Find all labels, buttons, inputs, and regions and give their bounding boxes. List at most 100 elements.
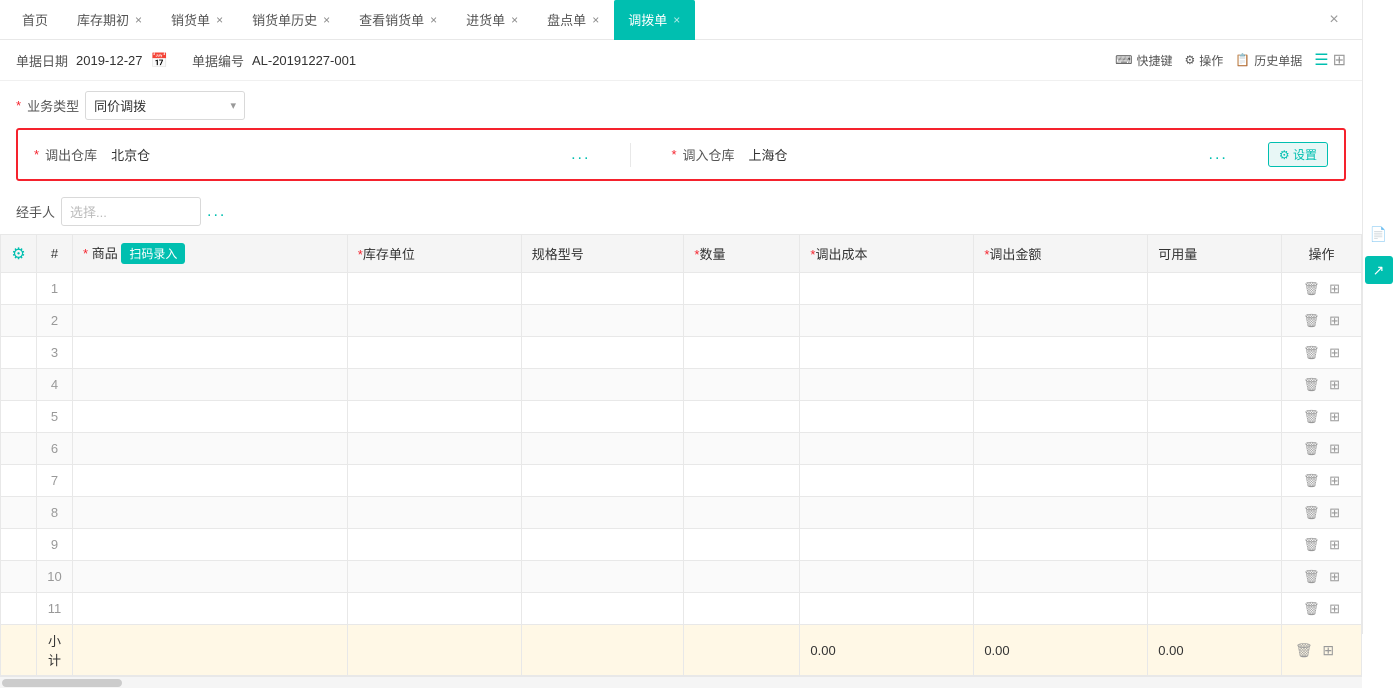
row-available-3[interactable] bbox=[1148, 337, 1282, 369]
row-product-4[interactable] bbox=[73, 369, 348, 401]
row-spec-11[interactable] bbox=[521, 593, 684, 625]
subtotal-copy-icon[interactable]: ⊞ bbox=[1322, 642, 1334, 658]
row-cost-3[interactable] bbox=[800, 337, 974, 369]
row-quantity-6[interactable] bbox=[684, 433, 800, 465]
row-spec-5[interactable] bbox=[521, 401, 684, 433]
tab-inventory-check-close[interactable]: × bbox=[592, 13, 599, 27]
layout-toggle[interactable]: ☰ ⊞ bbox=[1314, 50, 1346, 70]
row-quantity-7[interactable] bbox=[684, 465, 800, 497]
row-delete-icon[interactable]: 🗑 bbox=[1303, 473, 1320, 488]
row-delete-icon[interactable]: 🗑 bbox=[1303, 313, 1320, 328]
row-product-7[interactable] bbox=[73, 465, 348, 497]
scroll-thumb[interactable] bbox=[2, 679, 122, 687]
warehouse-in-value[interactable]: 上海仓 bbox=[749, 145, 788, 164]
row-unit-8[interactable] bbox=[347, 497, 521, 529]
row-copy-icon[interactable]: ⊞ bbox=[1329, 281, 1340, 296]
row-quantity-9[interactable] bbox=[684, 529, 800, 561]
row-cost-8[interactable] bbox=[800, 497, 974, 529]
row-amount-1[interactable] bbox=[974, 273, 1148, 305]
row-copy-icon[interactable]: ⊞ bbox=[1329, 345, 1340, 360]
row-unit-3[interactable] bbox=[347, 337, 521, 369]
row-quantity-3[interactable] bbox=[684, 337, 800, 369]
row-copy-icon[interactable]: ⊞ bbox=[1329, 473, 1340, 488]
row-copy-icon[interactable]: ⊞ bbox=[1329, 569, 1340, 584]
row-quantity-1[interactable] bbox=[684, 273, 800, 305]
row-product-10[interactable] bbox=[73, 561, 348, 593]
row-delete-icon[interactable]: 🗑 bbox=[1303, 601, 1320, 616]
row-spec-10[interactable] bbox=[521, 561, 684, 593]
row-cost-9[interactable] bbox=[800, 529, 974, 561]
row-unit-11[interactable] bbox=[347, 593, 521, 625]
subtotal-delete-icon[interactable]: 🗑 bbox=[1295, 642, 1313, 658]
row-cost-5[interactable] bbox=[800, 401, 974, 433]
horizontal-scrollbar[interactable] bbox=[0, 676, 1362, 688]
date-value[interactable]: 2019-12-27 bbox=[76, 53, 143, 68]
row-delete-icon[interactable]: 🗑 bbox=[1303, 409, 1320, 424]
tab-inventory-init-close[interactable]: × bbox=[135, 13, 142, 27]
row-cost-4[interactable] bbox=[800, 369, 974, 401]
row-unit-6[interactable] bbox=[347, 433, 521, 465]
row-cost-7[interactable] bbox=[800, 465, 974, 497]
row-product-8[interactable] bbox=[73, 497, 348, 529]
col-settings-header[interactable]: ⚙ bbox=[1, 235, 37, 273]
row-cost-1[interactable] bbox=[800, 273, 974, 305]
row-amount-4[interactable] bbox=[974, 369, 1148, 401]
row-copy-icon[interactable]: ⊞ bbox=[1329, 409, 1340, 424]
tab-purchase-close[interactable]: × bbox=[511, 13, 518, 27]
row-quantity-11[interactable] bbox=[684, 593, 800, 625]
row-unit-2[interactable] bbox=[347, 305, 521, 337]
row-available-4[interactable] bbox=[1148, 369, 1282, 401]
row-amount-9[interactable] bbox=[974, 529, 1148, 561]
warehouse-out-value[interactable]: 北京仓 bbox=[111, 145, 150, 164]
row-cost-10[interactable] bbox=[800, 561, 974, 593]
row-amount-10[interactable] bbox=[974, 561, 1148, 593]
row-product-3[interactable] bbox=[73, 337, 348, 369]
row-product-6[interactable] bbox=[73, 433, 348, 465]
handler-select[interactable]: 选择... bbox=[61, 197, 201, 226]
row-amount-2[interactable] bbox=[974, 305, 1148, 337]
row-delete-icon[interactable]: 🗑 bbox=[1303, 505, 1320, 520]
row-spec-3[interactable] bbox=[521, 337, 684, 369]
row-cost-2[interactable] bbox=[800, 305, 974, 337]
row-product-2[interactable] bbox=[73, 305, 348, 337]
row-spec-6[interactable] bbox=[521, 433, 684, 465]
tab-transfer-close[interactable]: × bbox=[673, 13, 680, 27]
row-product-5[interactable] bbox=[73, 401, 348, 433]
row-delete-icon[interactable]: 🗑 bbox=[1303, 281, 1320, 296]
row-available-9[interactable] bbox=[1148, 529, 1282, 561]
tab-inventory-check[interactable]: 盘点单 × bbox=[533, 0, 614, 40]
tab-sales-order[interactable]: 销货单 × bbox=[157, 0, 238, 40]
warehouse-in-more[interactable]: ... bbox=[1209, 146, 1228, 164]
row-amount-8[interactable] bbox=[974, 497, 1148, 529]
row-copy-icon[interactable]: ⊞ bbox=[1329, 601, 1340, 616]
row-spec-9[interactable] bbox=[521, 529, 684, 561]
row-cost-11[interactable] bbox=[800, 593, 974, 625]
row-spec-7[interactable] bbox=[521, 465, 684, 497]
row-amount-3[interactable] bbox=[974, 337, 1148, 369]
settings-button[interactable]: ⚙ 设置 bbox=[1268, 142, 1328, 167]
tab-home[interactable]: 首页 bbox=[8, 0, 63, 40]
tab-sales-history[interactable]: 销货单历史 × bbox=[238, 0, 345, 40]
row-available-11[interactable] bbox=[1148, 593, 1282, 625]
row-amount-5[interactable] bbox=[974, 401, 1148, 433]
row-product-9[interactable] bbox=[73, 529, 348, 561]
row-copy-icon[interactable]: ⊞ bbox=[1329, 441, 1340, 456]
tab-transfer[interactable]: 调拨单 × bbox=[614, 0, 695, 40]
row-delete-icon[interactable]: 🗑 bbox=[1303, 569, 1320, 584]
row-unit-5[interactable] bbox=[347, 401, 521, 433]
business-type-dropdown[interactable]: 同价调拨 ▾ bbox=[85, 91, 245, 120]
row-available-10[interactable] bbox=[1148, 561, 1282, 593]
row-quantity-5[interactable] bbox=[684, 401, 800, 433]
row-product-1[interactable] bbox=[73, 273, 348, 305]
sidebar-export-icon[interactable]: ↗ bbox=[1365, 256, 1393, 284]
row-spec-1[interactable] bbox=[521, 273, 684, 305]
window-close-button[interactable]: × bbox=[1314, 0, 1354, 40]
row-unit-10[interactable] bbox=[347, 561, 521, 593]
tab-view-sales-close[interactable]: × bbox=[430, 13, 437, 27]
row-available-1[interactable] bbox=[1148, 273, 1282, 305]
row-product-11[interactable] bbox=[73, 593, 348, 625]
history-action[interactable]: 📋 历史单据 bbox=[1235, 52, 1302, 69]
tab-sales-order-close[interactable]: × bbox=[216, 13, 223, 27]
row-unit-4[interactable] bbox=[347, 369, 521, 401]
row-spec-2[interactable] bbox=[521, 305, 684, 337]
